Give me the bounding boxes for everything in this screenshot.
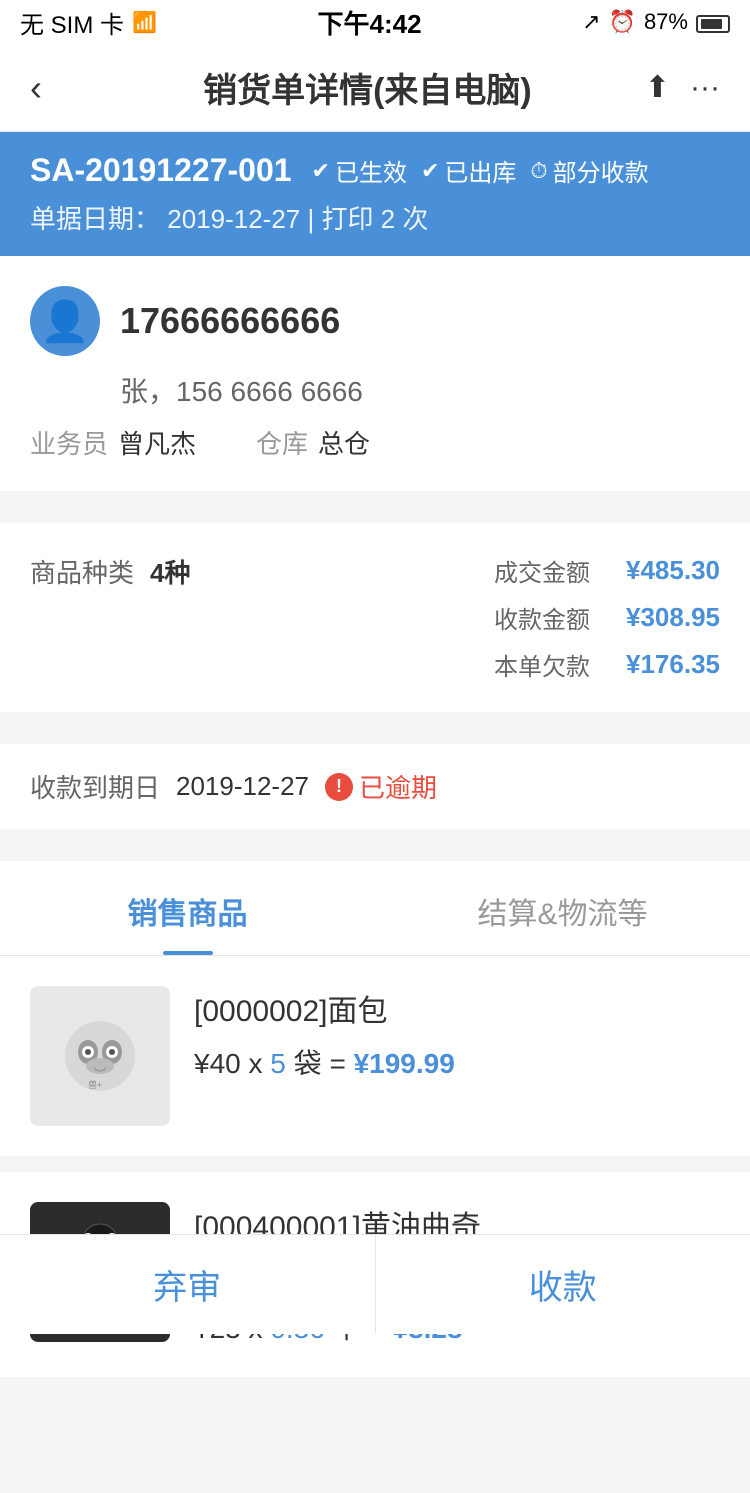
- wifi-icon: 📶: [132, 10, 157, 35]
- stats-right: 成交金额 ¥485.30 收款金额 ¥308.95 本单欠款 ¥176.35: [375, 553, 720, 682]
- meta-date-value: 2019-12-27: [167, 204, 300, 234]
- product-info-1: [0000002]面包 ¥40 x 5 袋 = ¥199.99: [194, 986, 720, 1082]
- tab-settlement[interactable]: 结算&物流等: [375, 861, 750, 955]
- status-badge-1: ✔ 已生效: [312, 153, 407, 188]
- status-right: ↗ ⏰ 87%: [582, 9, 730, 35]
- trad-amount-label: 成交金额: [494, 553, 590, 588]
- order-id: SA-20191227-001: [30, 152, 292, 189]
- tab-underline: [163, 951, 213, 955]
- kind-label: 商品种类: [30, 553, 134, 590]
- meta-date-label: 单据日期：: [30, 204, 160, 234]
- meta-print: | 打印 2 次: [307, 204, 428, 234]
- check-icon-1: ✔: [312, 158, 330, 184]
- tab-settlement-label: 结算&物流等: [477, 898, 647, 931]
- status-time: 下午4:42: [317, 4, 421, 41]
- warehouse-value: 总仓: [318, 424, 370, 461]
- overdue-badge: ! 已逾期: [325, 768, 437, 805]
- product-name-1: [0000002]面包: [194, 986, 720, 1030]
- tab-sales-label: 销售商品: [128, 898, 248, 931]
- collect-row: 收款金额 ¥308.95: [375, 600, 720, 635]
- page-title: 销货单详情(来自电脑): [90, 63, 645, 112]
- debt-label: 本单欠款: [494, 647, 590, 682]
- price-eq-1: =: [329, 1048, 353, 1079]
- salesperson-item: 业务员 曾凡杰: [30, 424, 196, 461]
- order-header: SA-20191227-001 ✔ 已生效 ✔ 已出库 ⏱ 部分收款 单据日期：…: [0, 132, 750, 256]
- order-meta: 单据日期： 2019-12-27 | 打印 2 次: [30, 199, 720, 236]
- stats-section: 商品种类 4种 成交金额 ¥485.30 收款金额 ¥308.95 本单欠款 ¥…: [0, 523, 750, 712]
- nav-actions: ⬆ ···: [645, 70, 720, 105]
- collect-button[interactable]: 收款: [376, 1235, 750, 1334]
- customer-name: 17666666666: [120, 300, 340, 342]
- status-label-1: 已生效: [335, 153, 407, 188]
- owl-image: 兽+: [60, 1016, 140, 1096]
- status-badge-3: ⏱ 部分收款: [530, 153, 648, 188]
- tabs-section: 销售商品 结算&物流等: [0, 861, 750, 956]
- warehouse-label: 仓库: [256, 424, 308, 461]
- status-badge-2: ✔ 已出库: [421, 153, 516, 188]
- trad-amount-row: 成交金额 ¥485.30: [375, 553, 720, 588]
- svg-text:兽+: 兽+: [88, 1079, 102, 1090]
- carrier-text: 无 SIM 卡: [20, 5, 124, 40]
- status-badges: ✔ 已生效 ✔ 已出库 ⏱ 部分收款: [312, 153, 649, 188]
- tab-sales-products[interactable]: 销售商品: [0, 861, 375, 955]
- check-icon-2: ✔: [421, 158, 439, 184]
- price-qty-1: 5: [270, 1048, 286, 1079]
- product-price-1: ¥40 x 5 袋 = ¥199.99: [194, 1042, 720, 1082]
- back-button[interactable]: ‹: [30, 67, 90, 109]
- salesperson-value: 曾凡杰: [118, 424, 196, 461]
- bottom-bar: 弃审 收款: [0, 1234, 750, 1334]
- divider-3: [0, 845, 750, 861]
- order-id-row: SA-20191227-001 ✔ 已生效 ✔ 已出库 ⏱ 部分收款: [30, 152, 720, 189]
- debt-value: ¥176.35: [610, 649, 720, 680]
- battery-percent: 87%: [644, 9, 688, 35]
- share-icon[interactable]: ⬆: [645, 70, 670, 105]
- debt-row: 本单欠款 ¥176.35: [375, 647, 720, 682]
- cancel-button[interactable]: 弃审: [0, 1235, 376, 1334]
- price-base-1: ¥40: [194, 1048, 241, 1079]
- clock-icon: ⏱: [530, 158, 547, 184]
- customer-row: 👤 17666666666: [30, 286, 720, 356]
- status-left: 无 SIM 卡 📶: [20, 5, 157, 40]
- overdue-text: 已逾期: [359, 768, 437, 805]
- battery-icon: [696, 9, 730, 35]
- kind-value: 4种: [150, 553, 190, 590]
- due-label: 收款到期日: [30, 768, 160, 805]
- customer-sub: 张，156 6666 6666: [30, 370, 720, 410]
- price-x-1: x: [249, 1048, 271, 1079]
- status-label-3: 部分收款: [553, 153, 649, 188]
- location-icon: ↗: [582, 9, 600, 35]
- divider-1: [0, 507, 750, 523]
- nav-bar: ‹ 销货单详情(来自电脑) ⬆ ···: [0, 44, 750, 132]
- more-icon[interactable]: ···: [690, 71, 720, 105]
- divider-2: [0, 728, 750, 744]
- warehouse-item: 仓库 总仓: [256, 424, 370, 461]
- due-section: 收款到期日 2019-12-27 ! 已逾期: [0, 744, 750, 829]
- collect-value: ¥308.95: [610, 602, 720, 633]
- salesperson-label: 业务员: [30, 424, 108, 461]
- customer-details: 业务员 曾凡杰 仓库 总仓: [30, 424, 720, 461]
- customer-section: 👤 17666666666 张，156 6666 6666 业务员 曾凡杰 仓库…: [0, 256, 750, 491]
- stats-left: 商品种类 4种: [30, 553, 375, 590]
- status-bar: 无 SIM 卡 📶 下午4:42 ↗ ⏰ 87%: [0, 0, 750, 44]
- price-unit-1: 袋: [294, 1048, 322, 1079]
- avatar: 👤: [30, 286, 100, 356]
- alarm-icon: ⏰: [609, 9, 636, 35]
- product-card: 兽+ [0000002]面包 ¥40 x 5 袋 = ¥199.99: [0, 956, 750, 1156]
- due-date: 2019-12-27: [176, 771, 309, 802]
- collect-label: 收款金额: [494, 600, 590, 635]
- status-label-2: 已出库: [444, 153, 516, 188]
- trad-amount-value: ¥485.30: [610, 555, 720, 586]
- tabs-row: 销售商品 结算&物流等: [0, 861, 750, 955]
- price-total-1: ¥199.99: [354, 1048, 455, 1079]
- product-thumb-1: 兽+: [30, 986, 170, 1126]
- overdue-icon: !: [325, 773, 353, 801]
- user-icon: 👤: [40, 298, 90, 345]
